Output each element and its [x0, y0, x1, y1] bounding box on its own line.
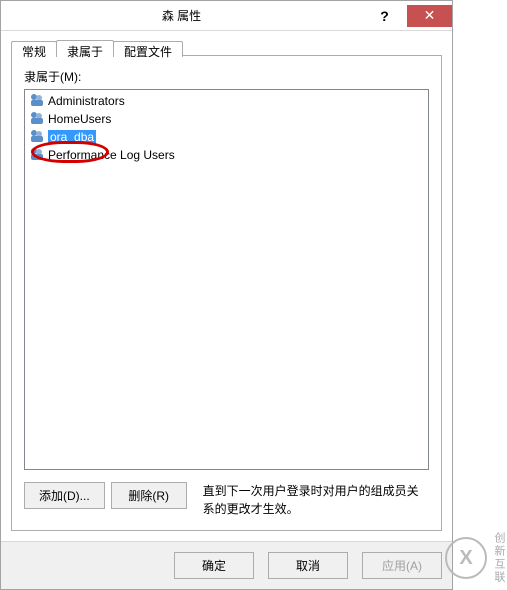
help-button[interactable]: ?	[362, 5, 407, 27]
titlebar: 森 属性 ? ✕	[1, 1, 452, 31]
watermark-text: 创新互联	[491, 532, 507, 584]
group-name: Performance Log Users	[48, 148, 175, 162]
group-name: ora_dba	[48, 130, 96, 144]
lower-row: 添加(D)... 删除(R) 直到下一次用户登录时对用户的组成员关系的更改才生效…	[24, 482, 429, 518]
group-name: HomeUsers	[48, 112, 111, 126]
tab-strip: 常规 隶属于 配置文件	[1, 31, 452, 55]
add-button[interactable]: 添加(D)...	[24, 482, 105, 509]
group-icon	[29, 128, 45, 147]
group-name: Administrators	[48, 94, 125, 108]
membership-note: 直到下一次用户登录时对用户的组成员关系的更改才生效。	[203, 482, 429, 518]
watermark-logo: X	[445, 537, 487, 579]
group-icon	[29, 92, 45, 111]
cancel-button[interactable]: 取消	[268, 552, 348, 579]
tab-general[interactable]: 常规	[11, 41, 57, 57]
watermark: X 创新互联	[445, 532, 507, 584]
list-item[interactable]: ora_dba	[27, 128, 426, 146]
remove-button[interactable]: 删除(R)	[111, 482, 187, 509]
list-item[interactable]: Administrators	[27, 92, 426, 110]
list-item[interactable]: Performance Log Users	[27, 146, 426, 164]
tab-panel: 隶属于(M): Administrators HomeUsers ora_dba	[11, 55, 442, 531]
ok-button[interactable]: 确定	[174, 552, 254, 579]
member-of-label: 隶属于(M):	[24, 68, 429, 85]
apply-button[interactable]: 应用(A)	[362, 552, 442, 579]
tab-profile[interactable]: 配置文件	[113, 41, 183, 57]
window-title: 森 属性	[1, 7, 362, 24]
close-button[interactable]: ✕	[407, 5, 452, 27]
tab-member-of[interactable]: 隶属于	[56, 40, 114, 56]
group-icon	[29, 146, 45, 165]
list-item[interactable]: HomeUsers	[27, 110, 426, 128]
properties-dialog: 森 属性 ? ✕ 常规 隶属于 配置文件 隶属于(M): Administrat…	[0, 0, 453, 590]
dialog-button-row: 确定 取消 应用(A)	[1, 541, 452, 589]
group-listbox[interactable]: Administrators HomeUsers ora_dba Perform…	[24, 89, 429, 470]
group-icon	[29, 110, 45, 129]
